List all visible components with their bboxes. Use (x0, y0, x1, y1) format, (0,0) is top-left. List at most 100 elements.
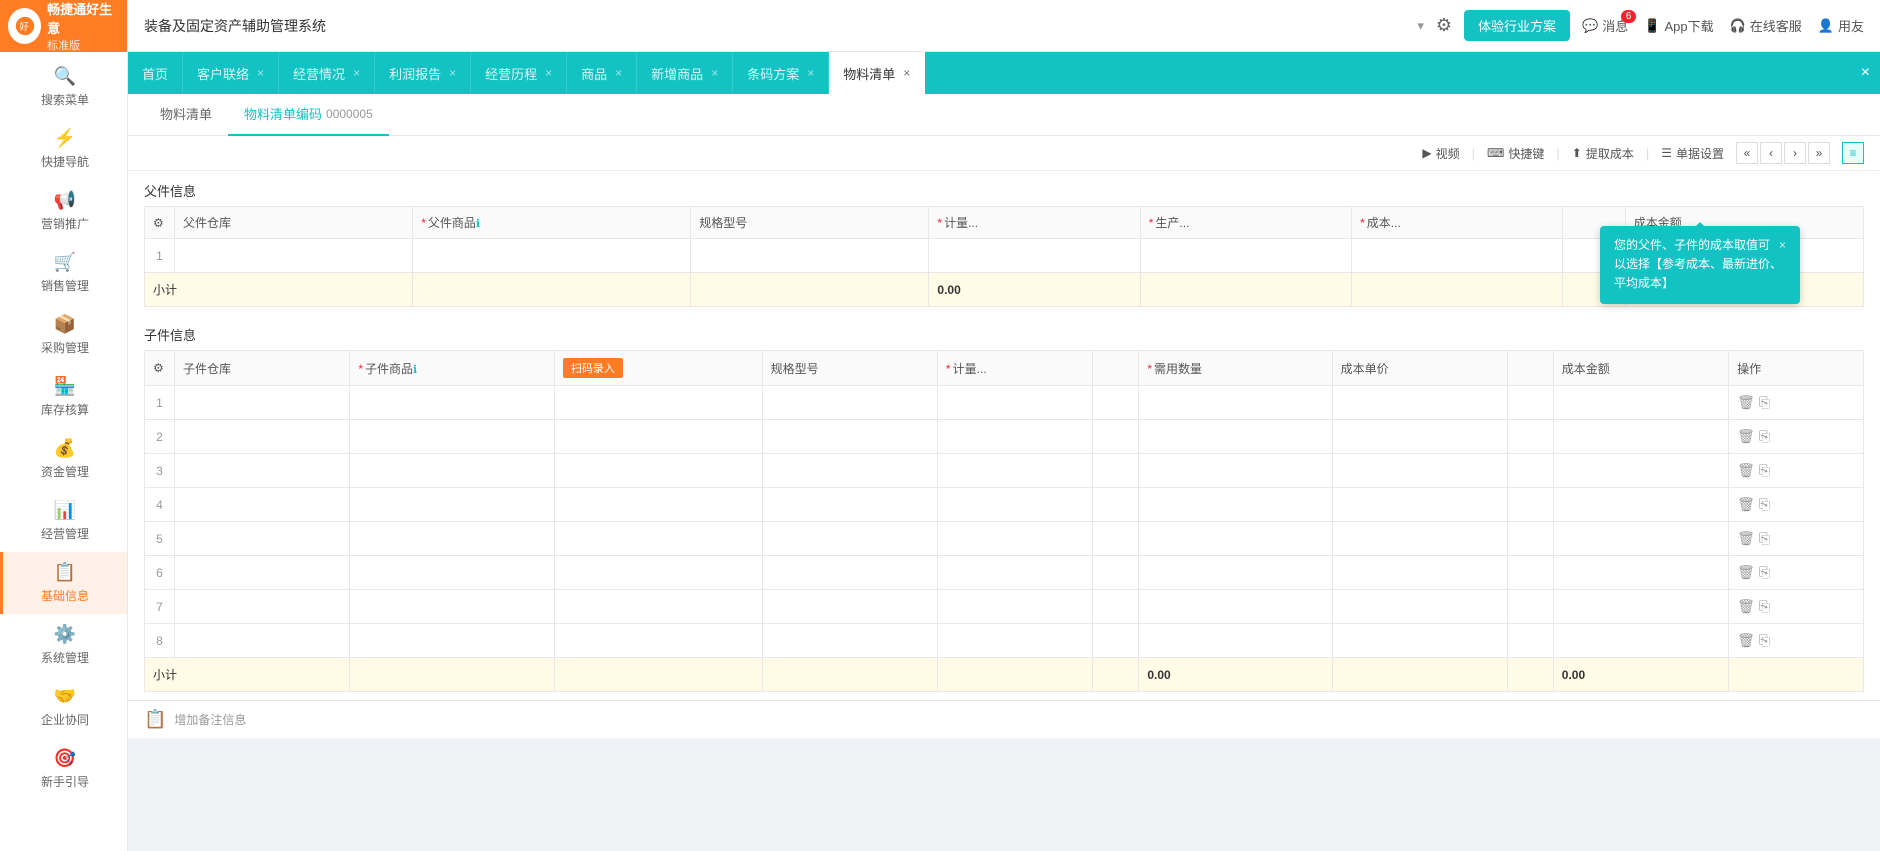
delete-row-7-btn[interactable]: 🗑 (1737, 598, 1755, 615)
close-operation-status-tab[interactable]: × (353, 66, 360, 80)
close-all-tabs-btn[interactable]: × (1851, 64, 1880, 82)
child-cell-unit-5[interactable] (937, 522, 1093, 556)
copy-row-1-btn[interactable]: ⎘ (1759, 394, 1770, 411)
copy-row-5-btn[interactable]: ⎘ (1759, 530, 1770, 547)
sub-tab-bom-code[interactable]: 物料清单编码 0000005 (228, 94, 389, 136)
sidebar-item-search[interactable]: 🔍搜索菜单 (0, 56, 127, 118)
tab-new-goods[interactable]: 新增商品× (637, 52, 733, 94)
sidebar-item-system[interactable]: ⚙️系统管理 (0, 614, 127, 676)
child-cell-quantity-6[interactable] (1139, 556, 1332, 590)
child-cell-unit-price-5[interactable] (1332, 522, 1507, 556)
child-col-settings[interactable]: ⚙ (145, 351, 175, 386)
close-new-goods-tab[interactable]: × (711, 66, 718, 80)
child-cell-quantity-2[interactable] (1139, 420, 1332, 454)
parent-cell-spec-1[interactable] (691, 239, 929, 273)
nav-prev-btn[interactable]: ‹ (1760, 142, 1782, 164)
copy-row-2-btn[interactable]: ⎘ (1759, 428, 1770, 445)
child-cell-unit-4[interactable] (937, 488, 1093, 522)
tab-home[interactable]: 首页 (128, 52, 183, 94)
child-cell-goods-7[interactable] (350, 590, 555, 624)
child-cell-goods-8[interactable] (350, 624, 555, 658)
child-cell-warehouse-7[interactable] (175, 590, 350, 624)
parent-cell-warehouse-1[interactable] (175, 239, 413, 273)
sidebar-item-operation[interactable]: 📊经营管理 (0, 490, 127, 552)
extract-cost-btn[interactable]: ⬆ 提取成本 (1572, 145, 1634, 162)
nav-next-btn[interactable]: › (1784, 142, 1806, 164)
add-note-text[interactable]: 增加备注信息 (174, 711, 246, 728)
tab-operation-status[interactable]: 经营情况× (279, 52, 375, 94)
child-cell-unit-price-8[interactable] (1332, 624, 1507, 658)
child-cell-spec-8[interactable] (762, 624, 937, 658)
child-cell-goods-5[interactable] (350, 522, 555, 556)
copy-row-8-btn[interactable]: ⎘ (1759, 632, 1770, 649)
settings-gear-icon[interactable]: ⚙ (1436, 15, 1452, 36)
child-cell-goods-1[interactable] (350, 386, 555, 420)
child-cell-unit-1[interactable] (937, 386, 1093, 420)
video-btn[interactable]: ▶ 视频 (1422, 145, 1459, 162)
nav-first-btn[interactable]: « (1736, 142, 1758, 164)
child-cell-warehouse-4[interactable] (175, 488, 350, 522)
delete-row-3-btn[interactable]: 🗑 (1737, 462, 1755, 479)
delete-row-8-btn[interactable]: 🗑 (1737, 632, 1755, 649)
sidebar-item-inventory[interactable]: 🏪库存核算 (0, 366, 127, 428)
child-cell-quantity-3[interactable] (1139, 454, 1332, 488)
child-cell-spec-2[interactable] (762, 420, 937, 454)
tooltip-close-btn[interactable]: × (1779, 236, 1786, 255)
tab-profit[interactable]: 利润报告× (375, 52, 471, 94)
tab-history[interactable]: 经营历程× (471, 52, 567, 94)
close-bom-tab[interactable]: × (903, 66, 910, 80)
sidebar-item-marketing[interactable]: 📢营销推广 (0, 180, 127, 242)
close-customer-tab[interactable]: × (257, 66, 264, 80)
child-cell-goods-6[interactable] (350, 556, 555, 590)
child-cell-warehouse-3[interactable] (175, 454, 350, 488)
sidebar-item-finance[interactable]: 💰资金管理 (0, 428, 127, 490)
child-cell-unit-price-3[interactable] (1332, 454, 1507, 488)
child-cell-quantity-7[interactable] (1139, 590, 1332, 624)
list-view-btn[interactable]: ≡ (1842, 142, 1864, 164)
child-cell-unit-3[interactable] (937, 454, 1093, 488)
scan-input-btn[interactable]: 扫码录入 (563, 358, 623, 378)
child-cell-unit-price-2[interactable] (1332, 420, 1507, 454)
delete-row-4-btn[interactable]: 🗑 (1737, 496, 1755, 513)
shortcut-btn[interactable]: ⌨ 快捷键 (1487, 145, 1544, 162)
tab-barcode[interactable]: 条码方案× (733, 52, 829, 94)
message-btn[interactable]: 💬 消息 6 (1582, 16, 1628, 35)
sidebar-item-collab[interactable]: 🤝企业协同 (0, 676, 127, 738)
delete-row-6-btn[interactable]: 🗑 (1737, 564, 1755, 581)
tab-goods[interactable]: 商品× (567, 52, 637, 94)
copy-row-7-btn[interactable]: ⎘ (1759, 598, 1770, 615)
child-cell-unit-price-4[interactable] (1332, 488, 1507, 522)
nav-last-btn[interactable]: » (1808, 142, 1830, 164)
child-cell-goods-3[interactable] (350, 454, 555, 488)
child-cell-spec-4[interactable] (762, 488, 937, 522)
sidebar-item-quicknav[interactable]: ⚡快捷导航 (0, 118, 127, 180)
close-goods-tab[interactable]: × (615, 66, 622, 80)
child-cell-quantity-5[interactable] (1139, 522, 1332, 556)
child-cell-warehouse-1[interactable] (175, 386, 350, 420)
copy-row-6-btn[interactable]: ⎘ (1759, 564, 1770, 581)
single-settings-btn[interactable]: ☰ 单据设置 (1661, 145, 1724, 162)
child-cell-goods-2[interactable] (350, 420, 555, 454)
child-cell-unit-price-6[interactable] (1332, 556, 1507, 590)
child-cell-spec-3[interactable] (762, 454, 937, 488)
parent-cell-unit-1[interactable] (929, 239, 1140, 273)
child-cell-quantity-1[interactable] (1139, 386, 1332, 420)
parent-cell-production-1[interactable] (1140, 239, 1351, 273)
online-service-btn[interactable]: 🎧 在线客服 (1730, 16, 1802, 35)
close-barcode-tab[interactable]: × (807, 66, 814, 80)
child-cell-spec-6[interactable] (762, 556, 937, 590)
child-cell-unit-price-7[interactable] (1332, 590, 1507, 624)
user-btn[interactable]: 👤 用友 (1818, 16, 1864, 35)
delete-row-1-btn[interactable]: 🗑 (1737, 394, 1755, 411)
copy-row-4-btn[interactable]: ⎘ (1759, 496, 1770, 513)
delete-row-2-btn[interactable]: 🗑 (1737, 428, 1755, 445)
app-download-btn[interactable]: 📱 App下载 (1644, 16, 1713, 35)
child-cell-warehouse-6[interactable] (175, 556, 350, 590)
child-cell-warehouse-8[interactable] (175, 624, 350, 658)
child-cell-unit-2[interactable] (937, 420, 1093, 454)
sidebar-item-basic[interactable]: 📋基础信息 (0, 552, 127, 614)
child-cell-warehouse-5[interactable] (175, 522, 350, 556)
dropdown-arrow-icon[interactable]: ▾ (1417, 18, 1424, 34)
child-cell-unit-6[interactable] (937, 556, 1093, 590)
experience-btn[interactable]: 体验行业方案 (1464, 10, 1570, 41)
